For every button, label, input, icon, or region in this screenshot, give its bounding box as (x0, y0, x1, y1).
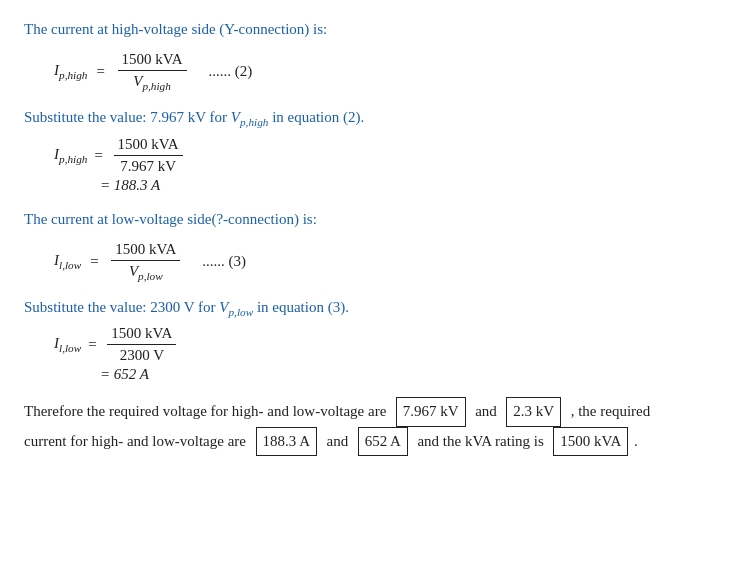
equation-2-block: Ip,high = 1500 kVA Vp,high ...... (2) (54, 51, 728, 92)
result-text-5: and (327, 433, 349, 449)
low-denom: 2300 V (116, 345, 168, 364)
eq2-label: ...... (2) (209, 63, 253, 80)
low-calc-eq1: Il,low = 1500 kVA 2300 V (54, 325, 728, 364)
eq3-numer: 1500 kVA (111, 241, 180, 261)
eq2-equals: = (95, 63, 105, 80)
eq3-lhs-var: Il,low (54, 252, 81, 271)
low-result: = 652 A (100, 366, 149, 383)
result-paragraph: Therefore the required voltage for high-… (24, 397, 728, 456)
boxed-7967kv: 7.967 kV (396, 397, 466, 427)
eq2-fraction: 1500 kVA Vp,high (118, 51, 187, 92)
result-text-1: Therefore the required voltage for high-… (24, 403, 386, 419)
intro-low-text: The current at low-voltage side(?-connec… (24, 208, 728, 231)
result-text-3: , the required (571, 403, 651, 419)
eq3-denom: Vp,low (125, 261, 167, 282)
eq3-label: ...... (3) (202, 253, 246, 270)
result-text-6: and the kVA rating is (417, 433, 543, 449)
high-result: = 188.3 A (100, 177, 160, 194)
high-eq-sign: = (93, 147, 103, 164)
equation-3-block: Il,low = 1500 kVA Vp,low ...... (3) (54, 241, 728, 282)
sub-high-text: Substitute the value: 7.967 kV for Vp,hi… (24, 106, 728, 131)
result-text-2: and (475, 403, 497, 419)
boxed-652a: 652 A (358, 427, 408, 457)
high-fraction: 1500 kVA 7.967 kV (114, 136, 183, 175)
intro-high-text: The current at high-voltage side (Y-conn… (24, 18, 728, 41)
high-calc-result-line: = 188.3 A (100, 177, 728, 194)
boxed-1500kva: 1500 kVA (553, 427, 628, 457)
high-calc-block: Ip,high = 1500 kVA 7.967 kV = 188.3 A (54, 136, 728, 194)
high-denom: 7.967 kV (116, 156, 180, 175)
low-eq-sign: = (87, 336, 97, 353)
eq2-lhs-var: Ip,high (54, 62, 87, 81)
low-numer: 1500 kVA (107, 325, 176, 345)
result-text-7: . (634, 433, 638, 449)
low-fraction: 1500 kVA 2300 V (107, 325, 176, 364)
result-text-4: current for high- and low-voltage are (24, 433, 246, 449)
low-calc-result-line: = 652 A (100, 366, 728, 383)
high-calc-eq1: Ip,high = 1500 kVA 7.967 kV (54, 136, 728, 175)
eq3-fraction: 1500 kVA Vp,low (111, 241, 180, 282)
sub-low-text: Substitute the value: 2300 V for Vp,low … (24, 296, 728, 321)
low-lhs: Il,low (54, 335, 81, 354)
boxed-23kv: 2.3 kV (506, 397, 561, 427)
boxed-1883a: 188.3 A (256, 427, 318, 457)
high-numer: 1500 kVA (114, 136, 183, 156)
eq2-denom: Vp,high (129, 71, 175, 92)
sub-high-var: Vp,high (231, 109, 269, 125)
sub-low-var: Vp,low (219, 299, 253, 315)
high-lhs: Ip,high (54, 146, 87, 165)
eq3-equals: = (89, 253, 99, 270)
eq2-numer: 1500 kVA (118, 51, 187, 71)
low-calc-block: Il,low = 1500 kVA 2300 V = 652 A (54, 325, 728, 383)
